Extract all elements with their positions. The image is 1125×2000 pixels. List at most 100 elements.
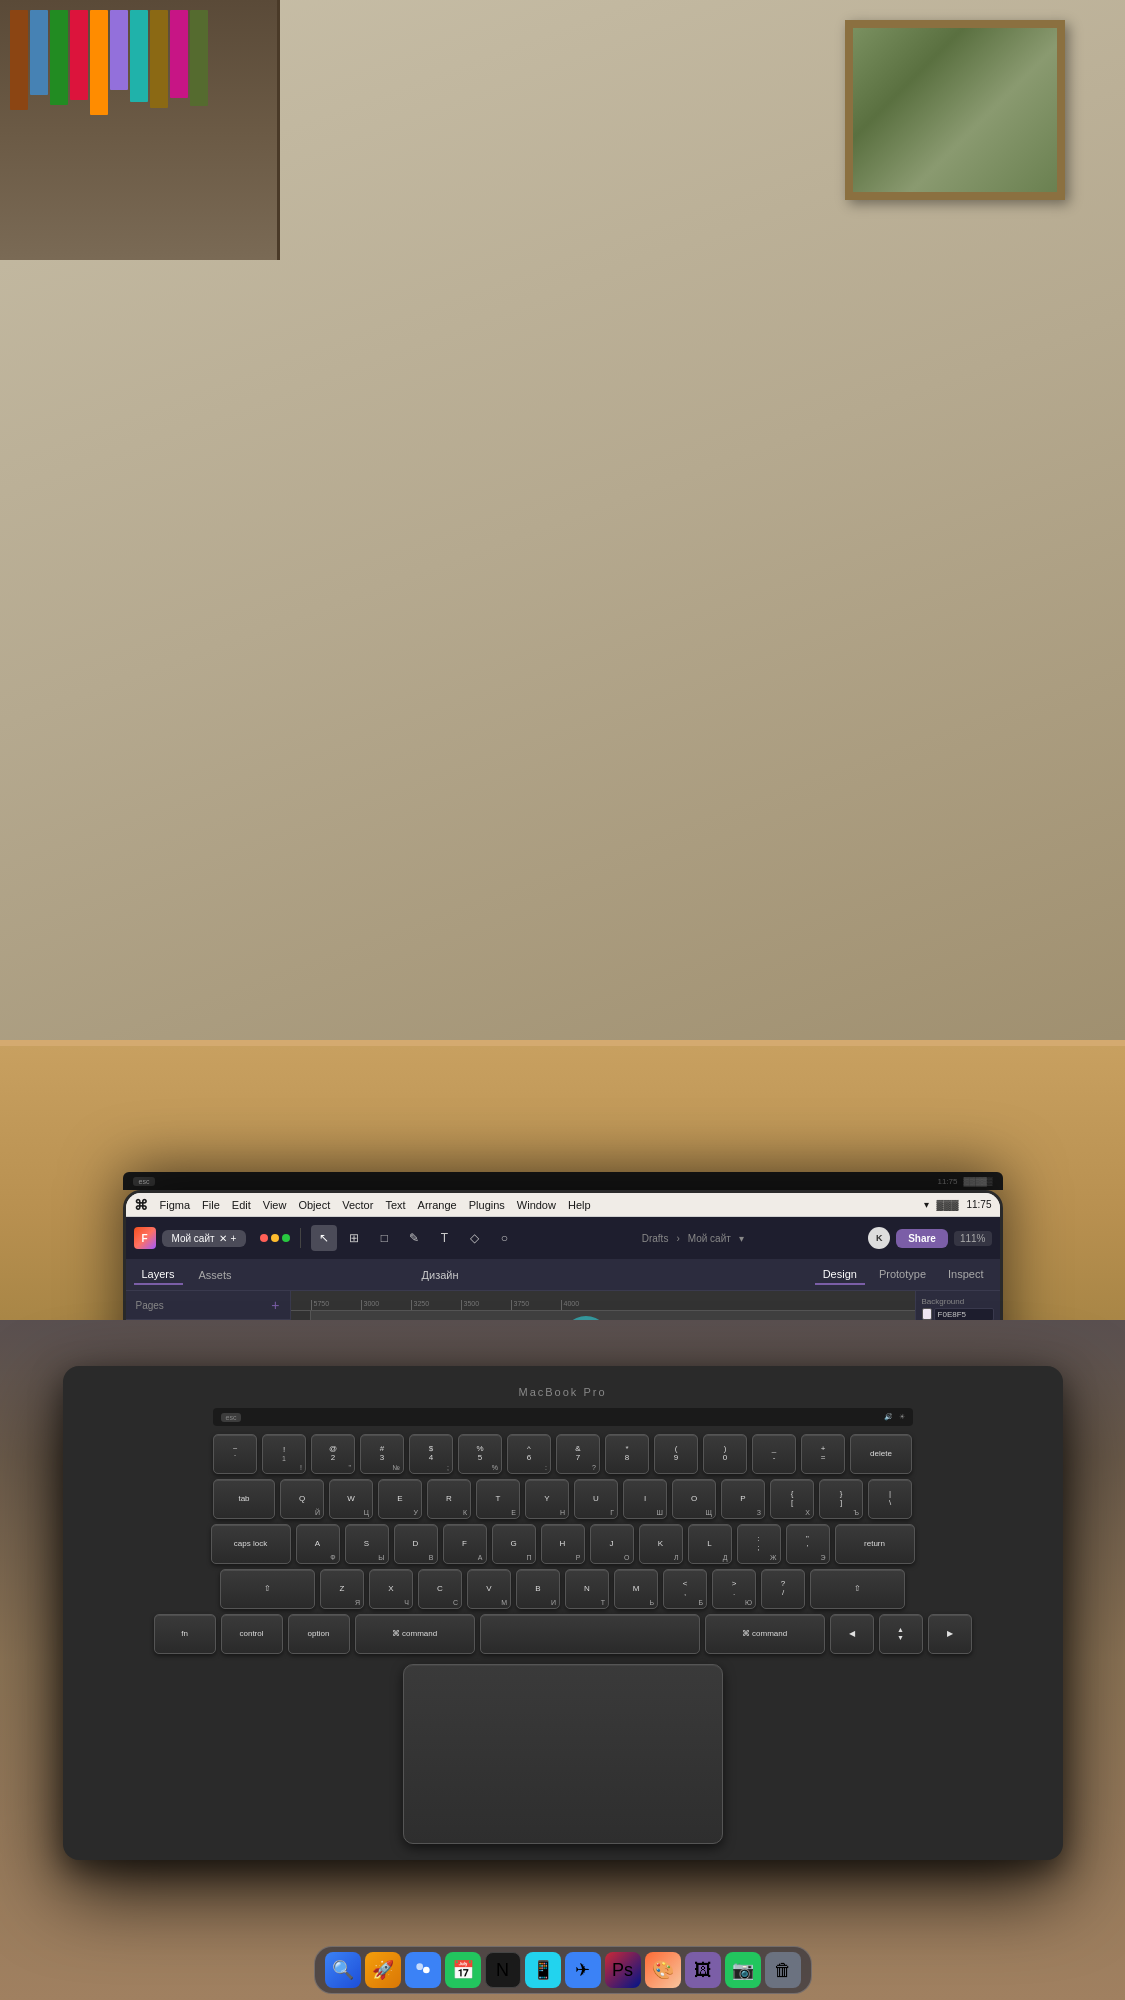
maximize-button[interactable]	[282, 1234, 290, 1242]
dock-icon-finder[interactable]: 🔍	[325, 1952, 361, 1988]
key-lbracket[interactable]: {[ Х	[770, 1479, 814, 1519]
dock-icon-app3[interactable]: 📷	[725, 1952, 761, 1988]
key-arrow-right[interactable]: ▶	[928, 1614, 972, 1654]
menu-object[interactable]: Object	[298, 1199, 330, 1211]
dock-icon-notion[interactable]: N	[485, 1952, 521, 1988]
key-8[interactable]: *8	[605, 1434, 649, 1474]
dock-icon-figma[interactable]	[405, 1952, 441, 1988]
key-command-left[interactable]: ⌘ command	[355, 1614, 475, 1654]
key-x[interactable]: X Ч	[369, 1569, 413, 1609]
right-tab-inspect[interactable]: Inspect	[940, 1265, 991, 1285]
key-3[interactable]: #3 №	[360, 1434, 404, 1474]
menu-arrange[interactable]: Arrange	[418, 1199, 457, 1211]
breadcrumb-caret[interactable]: ▾	[739, 1233, 744, 1244]
panel-tab-assets[interactable]: Assets	[191, 1266, 240, 1284]
ellipse-tool[interactable]: ○	[491, 1225, 517, 1251]
key-o[interactable]: O Щ	[672, 1479, 716, 1519]
text-tool[interactable]: T	[431, 1225, 457, 1251]
menu-plugins[interactable]: Plugins	[469, 1199, 505, 1211]
key-l[interactable]: L Д	[688, 1524, 732, 1564]
key-tab[interactable]: tab	[213, 1479, 275, 1519]
component-tool[interactable]: ◇	[461, 1225, 487, 1251]
key-period[interactable]: >. Ю	[712, 1569, 756, 1609]
key-control[interactable]: control	[221, 1614, 283, 1654]
key-command-right[interactable]: ⌘ command	[705, 1614, 825, 1654]
key-c[interactable]: C С	[418, 1569, 462, 1609]
key-y[interactable]: Y Н	[525, 1479, 569, 1519]
key-1[interactable]: ! 1 !	[262, 1434, 306, 1474]
dock-icon-telegram[interactable]: ✈	[565, 1952, 601, 1988]
key-b[interactable]: B И	[516, 1569, 560, 1609]
key-space[interactable]	[480, 1614, 700, 1654]
key-p[interactable]: P З	[721, 1479, 765, 1519]
key-s[interactable]: S Ы	[345, 1524, 389, 1564]
breadcrumb-file[interactable]: Мой сайт	[688, 1233, 731, 1244]
key-fn[interactable]: fn	[154, 1614, 216, 1654]
key-6[interactable]: ^6 :	[507, 1434, 551, 1474]
key-t[interactable]: T Е	[476, 1479, 520, 1519]
dock-icon-trash[interactable]: 🗑	[765, 1952, 801, 1988]
menu-text[interactable]: Text	[385, 1199, 405, 1211]
panel-tab-layers[interactable]: Layers	[134, 1265, 183, 1285]
menu-window[interactable]: Window	[517, 1199, 556, 1211]
key-quote[interactable]: "' Э	[786, 1524, 830, 1564]
menu-view[interactable]: View	[263, 1199, 287, 1211]
key-r[interactable]: R К	[427, 1479, 471, 1519]
zoom-control[interactable]: 111%	[954, 1231, 992, 1246]
figma-file-tab[interactable]: Мой сайт ✕ +	[162, 1230, 247, 1247]
key-delete[interactable]: delete	[850, 1434, 912, 1474]
key-arrows-updown[interactable]: ▲ ▼	[879, 1614, 923, 1654]
key-comma[interactable]: <, Б	[663, 1569, 707, 1609]
key-shift-right[interactable]: ⇧	[810, 1569, 905, 1609]
macos-menubar[interactable]: ⌘ Figma File Edit View Object Vector Tex…	[126, 1193, 1000, 1217]
key-0[interactable]: )0	[703, 1434, 747, 1474]
touchpad[interactable]	[403, 1664, 723, 1844]
key-semicolon[interactable]: :; Ж	[737, 1524, 781, 1564]
dock-icon-messages[interactable]: 📱	[525, 1952, 561, 1988]
dock-icon-photoshop[interactable]: Ps	[605, 1952, 641, 1988]
shape-tool[interactable]: □	[371, 1225, 397, 1251]
key-n[interactable]: N Т	[565, 1569, 609, 1609]
frame-tool[interactable]: ⊞	[341, 1225, 367, 1251]
dock-icon-app1[interactable]: 🎨	[645, 1952, 681, 1988]
dock-icon-launchpad[interactable]: 🚀	[365, 1952, 401, 1988]
key-g[interactable]: G П	[492, 1524, 536, 1564]
minimize-button[interactable]	[271, 1234, 279, 1242]
key-u[interactable]: U Г	[574, 1479, 618, 1519]
menu-file[interactable]: File	[202, 1199, 220, 1211]
share-button[interactable]: Share	[896, 1229, 948, 1248]
key-backtick[interactable]: ~`	[213, 1434, 257, 1474]
pen-tool[interactable]: ✎	[401, 1225, 427, 1251]
key-w[interactable]: W Ц	[329, 1479, 373, 1519]
key-return[interactable]: return	[835, 1524, 915, 1564]
key-caps[interactable]: caps lock	[211, 1524, 291, 1564]
right-tab-design[interactable]: Design	[815, 1265, 865, 1285]
key-7[interactable]: &7 ?	[556, 1434, 600, 1474]
key-e[interactable]: E У	[378, 1479, 422, 1519]
key-d[interactable]: D В	[394, 1524, 438, 1564]
key-i[interactable]: I Ш	[623, 1479, 667, 1519]
right-tab-prototype[interactable]: Prototype	[871, 1265, 934, 1285]
key-9[interactable]: (9	[654, 1434, 698, 1474]
add-page-button[interactable]: +	[271, 1297, 279, 1313]
key-backslash[interactable]: |\	[868, 1479, 912, 1519]
tab-close-icon[interactable]: ✕	[219, 1233, 227, 1244]
key-j[interactable]: J О	[590, 1524, 634, 1564]
key-slash[interactable]: ?/	[761, 1569, 805, 1609]
key-q[interactable]: Q Й	[280, 1479, 324, 1519]
menu-edit[interactable]: Edit	[232, 1199, 251, 1211]
key-shift-left[interactable]: ⇧	[220, 1569, 315, 1609]
esc-touch[interactable]: esc	[221, 1413, 242, 1422]
key-arrow-left[interactable]: ◀	[830, 1614, 874, 1654]
touch-bar-button[interactable]: esc	[133, 1177, 156, 1186]
key-2[interactable]: @2 "	[311, 1434, 355, 1474]
key-rbracket[interactable]: }] Ъ	[819, 1479, 863, 1519]
key-option[interactable]: option	[288, 1614, 350, 1654]
tab-add-icon[interactable]: +	[231, 1233, 237, 1244]
menu-vector[interactable]: Vector	[342, 1199, 373, 1211]
key-h[interactable]: H Р	[541, 1524, 585, 1564]
close-button[interactable]	[260, 1234, 268, 1242]
dock-icon-app2[interactable]: 🖼	[685, 1952, 721, 1988]
menu-figma[interactable]: Figma	[160, 1199, 191, 1211]
key-k[interactable]: K Л	[639, 1524, 683, 1564]
